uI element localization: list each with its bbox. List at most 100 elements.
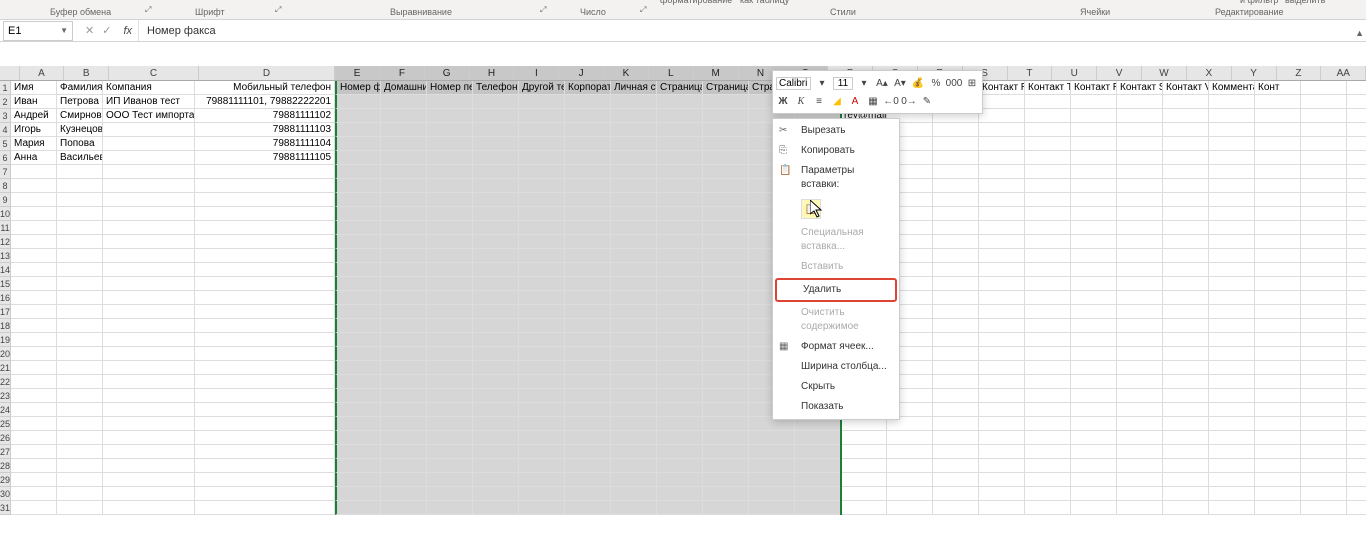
cell[interactable] — [1025, 459, 1071, 473]
cell[interactable] — [1071, 151, 1117, 165]
cell[interactable] — [1071, 207, 1117, 221]
cell[interactable]: Имя — [11, 81, 57, 95]
cell[interactable]: Личная страница — [611, 81, 657, 95]
cell[interactable] — [1025, 179, 1071, 193]
cell[interactable] — [335, 347, 381, 361]
cell[interactable] — [103, 137, 195, 151]
cell[interactable] — [611, 319, 657, 333]
cell[interactable] — [1347, 361, 1366, 375]
cell[interactable] — [611, 501, 657, 515]
cell[interactable] — [1347, 417, 1366, 431]
cell[interactable] — [565, 403, 611, 417]
cell[interactable] — [427, 417, 473, 431]
cell[interactable] — [795, 487, 841, 501]
cell[interactable]: Анна — [11, 151, 57, 165]
cell[interactable] — [335, 207, 381, 221]
cell[interactable] — [703, 459, 749, 473]
menu-format-cells[interactable]: ▦ Формат ячеек... — [773, 337, 899, 357]
cell[interactable] — [657, 123, 703, 137]
cell[interactable] — [473, 235, 519, 249]
cell[interactable] — [1117, 445, 1163, 459]
cell[interactable] — [103, 347, 195, 361]
cell[interactable] — [11, 501, 57, 515]
cell[interactable] — [427, 95, 473, 109]
cell[interactable] — [1301, 333, 1347, 347]
cell[interactable] — [1071, 221, 1117, 235]
cell[interactable] — [611, 347, 657, 361]
cell[interactable] — [1071, 179, 1117, 193]
cell[interactable] — [195, 277, 335, 291]
cell[interactable] — [1347, 347, 1366, 361]
cell[interactable] — [657, 361, 703, 375]
cell[interactable] — [703, 95, 749, 109]
cell[interactable] — [1071, 193, 1117, 207]
cell[interactable] — [519, 179, 565, 193]
cell[interactable] — [1301, 501, 1347, 515]
cell[interactable] — [519, 305, 565, 319]
cell[interactable] — [1025, 123, 1071, 137]
cell[interactable] — [703, 277, 749, 291]
cell[interactable] — [1071, 459, 1117, 473]
menu-hide[interactable]: Скрыть — [773, 377, 899, 397]
cell[interactable] — [103, 277, 195, 291]
cell[interactable] — [1163, 473, 1209, 487]
cell[interactable] — [103, 487, 195, 501]
cell[interactable] — [933, 445, 979, 459]
cell[interactable] — [427, 319, 473, 333]
cell[interactable] — [195, 389, 335, 403]
cell[interactable] — [473, 389, 519, 403]
cell[interactable] — [887, 487, 933, 501]
cell[interactable] — [565, 193, 611, 207]
cell[interactable] — [519, 487, 565, 501]
cell[interactable] — [195, 221, 335, 235]
cell[interactable] — [749, 501, 795, 515]
cell[interactable] — [841, 445, 887, 459]
cell[interactable] — [611, 403, 657, 417]
cell[interactable] — [933, 459, 979, 473]
cell[interactable] — [703, 501, 749, 515]
cell[interactable] — [565, 165, 611, 179]
cell[interactable] — [1209, 459, 1255, 473]
cell[interactable]: Домашний — [381, 81, 427, 95]
row-header-6[interactable]: 6 — [0, 151, 11, 165]
thousands-icon[interactable]: 000 — [947, 76, 961, 90]
cell[interactable] — [1255, 137, 1301, 151]
cell[interactable] — [1071, 403, 1117, 417]
cell[interactable] — [473, 277, 519, 291]
cell[interactable] — [1255, 249, 1301, 263]
cell[interactable] — [657, 389, 703, 403]
cell[interactable] — [1117, 291, 1163, 305]
cell[interactable] — [933, 347, 979, 361]
cell[interactable] — [1025, 193, 1071, 207]
cell[interactable] — [1071, 165, 1117, 179]
cell[interactable] — [703, 193, 749, 207]
cell[interactable] — [519, 473, 565, 487]
cell[interactable] — [933, 417, 979, 431]
cell[interactable]: Васильева — [57, 151, 103, 165]
cell[interactable] — [427, 445, 473, 459]
cell[interactable] — [381, 179, 427, 193]
cell[interactable] — [519, 431, 565, 445]
col-header-T[interactable]: T — [1008, 66, 1053, 80]
cell[interactable] — [57, 207, 103, 221]
cell[interactable] — [427, 487, 473, 501]
cell[interactable] — [979, 305, 1025, 319]
cell[interactable] — [565, 431, 611, 445]
cell[interactable] — [1301, 277, 1347, 291]
cell[interactable] — [611, 151, 657, 165]
cell[interactable] — [427, 235, 473, 249]
cell[interactable] — [103, 193, 195, 207]
cell[interactable] — [11, 347, 57, 361]
cell[interactable] — [1025, 291, 1071, 305]
cell[interactable] — [519, 459, 565, 473]
cell[interactable] — [381, 319, 427, 333]
cell[interactable] — [103, 249, 195, 263]
cell[interactable] — [1071, 277, 1117, 291]
cell[interactable] — [933, 361, 979, 375]
cell[interactable] — [103, 123, 195, 137]
cell[interactable] — [1163, 165, 1209, 179]
cell[interactable] — [1301, 473, 1347, 487]
cell[interactable] — [11, 487, 57, 501]
cell[interactable] — [473, 305, 519, 319]
row-header-20[interactable]: 20 — [0, 347, 11, 361]
